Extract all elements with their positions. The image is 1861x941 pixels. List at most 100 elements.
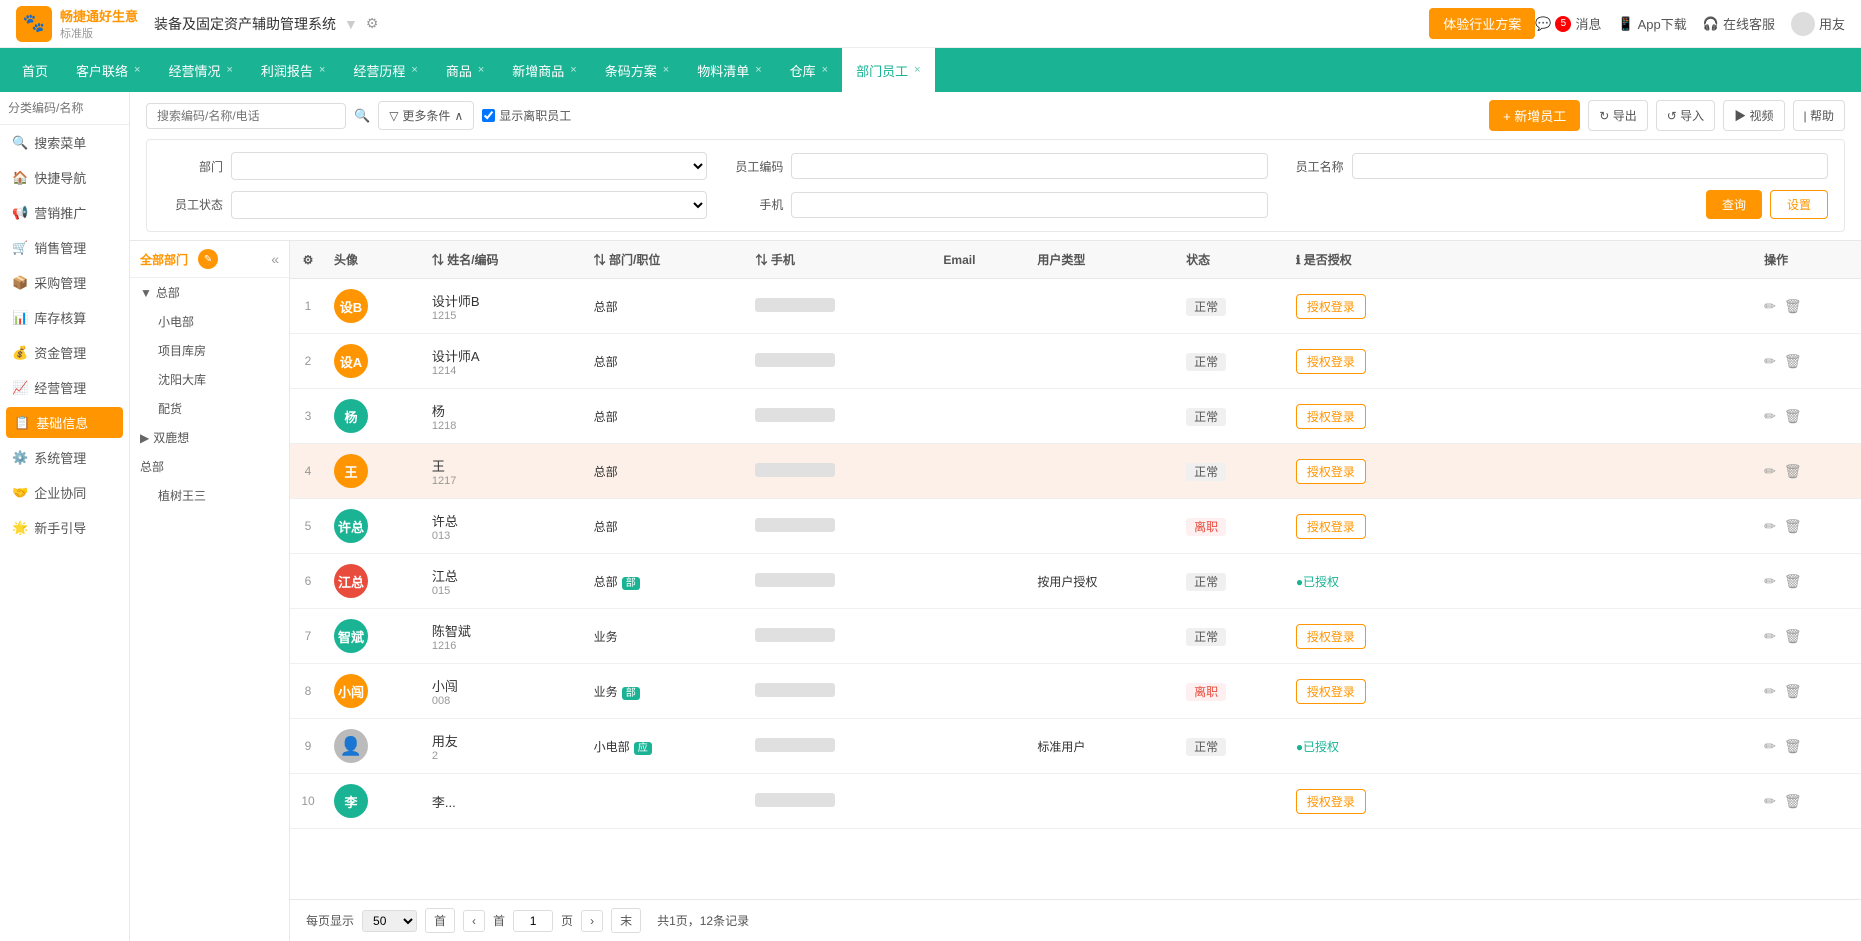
edit-icon[interactable]: ✏ <box>1764 463 1776 480</box>
sidebar-item-quicknav[interactable]: 🏠 快捷导航 <box>0 160 129 195</box>
next-page-button[interactable]: › <box>581 910 603 932</box>
collapse-button[interactable]: « <box>271 251 279 267</box>
sidebar-item-marketing[interactable]: 📢 营销推广 <box>0 195 129 230</box>
close-icon[interactable]: × <box>226 64 232 76</box>
sidebar-search-input[interactable] <box>8 101 130 115</box>
last-page-button[interactable]: 末 <box>611 908 641 933</box>
per-page-select[interactable]: 50 100 <box>362 910 417 932</box>
edit-icon[interactable]: ✏ <box>1764 353 1776 370</box>
auth-button[interactable]: 授权登录 <box>1296 404 1366 429</box>
nav-item-employee[interactable]: 部门员工× <box>842 48 934 92</box>
dept-all-label[interactable]: 全部部门 <box>140 251 188 268</box>
edit-icon[interactable]: ✏ <box>1764 408 1776 425</box>
delete-icon[interactable]: 🗑 <box>1784 408 1802 425</box>
dropdown-arrow-icon[interactable]: ▼ <box>344 16 358 32</box>
edit-icon[interactable]: ✏ <box>1764 683 1776 700</box>
sidebar-item-search[interactable]: 🔍 搜索菜单 <box>0 125 129 160</box>
delete-icon[interactable]: 🗑 <box>1784 683 1802 700</box>
online-service-item[interactable]: 🎧 在线客服 <box>1703 14 1775 33</box>
close-icon[interactable]: × <box>319 64 325 76</box>
add-employee-button[interactable]: + 新增员工 <box>1489 100 1580 131</box>
delete-icon[interactable]: 🗑 <box>1784 628 1802 645</box>
dept-tree-item-headquarter-root[interactable]: ▼ 总部 <box>130 278 289 307</box>
delete-icon[interactable]: 🗑 <box>1784 353 1802 370</box>
show-resigned-checkbox-label[interactable]: 显示离职员工 <box>482 107 571 124</box>
col-dept-position[interactable]: ⇅ 部门/职位 <box>586 241 748 279</box>
sidebar-item-purchase[interactable]: 📦 采购管理 <box>0 265 129 300</box>
query-button[interactable]: 查询 <box>1706 190 1762 219</box>
user-item[interactable]: 用友 <box>1791 12 1845 36</box>
sidebar-item-collaboration[interactable]: 🤝 企业协同 <box>0 475 129 510</box>
dept-all-btn[interactable]: ✎ <box>198 249 218 269</box>
close-icon[interactable]: × <box>478 64 484 76</box>
sidebar-item-business[interactable]: 📈 经营管理 <box>0 370 129 405</box>
close-icon[interactable]: × <box>134 64 140 76</box>
dept-tree-item-distribution[interactable]: 配货 <box>130 394 289 423</box>
delete-icon[interactable]: 🗑 <box>1784 573 1802 590</box>
first-page-button[interactable]: 首 <box>425 908 455 933</box>
close-icon[interactable]: × <box>663 64 669 76</box>
close-icon[interactable]: × <box>411 64 417 76</box>
sidebar-item-finance[interactable]: 💰 资金管理 <box>0 335 129 370</box>
search-trigger-icon[interactable]: 🔍 <box>354 108 370 124</box>
dept-select[interactable] <box>231 152 707 180</box>
search-input[interactable] <box>146 103 346 129</box>
delete-icon[interactable]: 🗑 <box>1784 518 1802 535</box>
dept-tree-item-shuanglu[interactable]: ▶ 双鹿想 <box>130 423 289 452</box>
dept-tree-item-zhishu[interactable]: 植树王三 <box>130 481 289 510</box>
auth-button[interactable]: 授权登录 <box>1296 459 1366 484</box>
view-button[interactable]: ▶ 视频 <box>1723 100 1784 131</box>
dept-tree-item-project[interactable]: 项目库房 <box>130 336 289 365</box>
edit-icon[interactable]: ✏ <box>1764 518 1776 535</box>
nav-item-home[interactable]: 首页 <box>8 48 62 92</box>
nav-item-profit[interactable]: 利润报告× <box>247 48 339 92</box>
nav-item-new-goods[interactable]: 新增商品× <box>498 48 590 92</box>
nav-item-operation[interactable]: 经营情况× <box>154 48 246 92</box>
edit-icon[interactable]: ✏ <box>1764 793 1776 810</box>
auth-button[interactable]: 授权登录 <box>1296 679 1366 704</box>
message-item[interactable]: 💬 5 消息 <box>1535 14 1601 33</box>
employee-status-select[interactable] <box>231 191 707 219</box>
close-icon[interactable]: × <box>914 64 920 76</box>
employee-name-input[interactable] <box>1352 153 1828 179</box>
close-icon[interactable]: × <box>570 64 576 76</box>
delete-icon[interactable]: 🗑 <box>1784 738 1802 755</box>
nav-item-customer[interactable]: 客户联络× <box>62 48 154 92</box>
nav-item-history[interactable]: 经营历程× <box>339 48 431 92</box>
set-button[interactable]: 设置 <box>1770 190 1828 219</box>
nav-item-barcode[interactable]: 条码方案× <box>591 48 683 92</box>
sidebar-item-system[interactable]: ⚙️ 系统管理 <box>0 440 129 475</box>
col-settings[interactable]: ⚙ <box>290 241 326 279</box>
settings-icon[interactable]: ⚙ <box>366 15 379 32</box>
sidebar-item-guide[interactable]: 🌟 新手引导 <box>0 510 129 545</box>
export-button[interactable]: ↻ 导出 <box>1588 100 1647 131</box>
app-download-item[interactable]: 📱 App下载 <box>1617 14 1686 33</box>
col-name-code[interactable]: ⇅ 姓名/编码 <box>424 241 586 279</box>
sidebar-item-inventory[interactable]: 📊 库存核算 <box>0 300 129 335</box>
sidebar-item-basic[interactable]: 📋 基础信息 <box>6 407 123 438</box>
auth-button[interactable]: 授权登录 <box>1296 624 1366 649</box>
nav-item-warehouse[interactable]: 仓库× <box>776 48 842 92</box>
dept-tree-item-shenyang[interactable]: 沈阳大库 <box>130 365 289 394</box>
edit-icon[interactable]: ✏ <box>1764 573 1776 590</box>
auth-button[interactable]: 授权登录 <box>1296 349 1366 374</box>
edit-icon[interactable]: ✏ <box>1764 738 1776 755</box>
delete-icon[interactable]: 🗑 <box>1784 463 1802 480</box>
nav-item-goods[interactable]: 商品× <box>432 48 498 92</box>
employee-code-input[interactable] <box>791 153 1267 179</box>
edit-icon[interactable]: ✏ <box>1764 628 1776 645</box>
nav-item-bom[interactable]: 物料清单× <box>683 48 775 92</box>
auth-button[interactable]: 授权登录 <box>1296 294 1366 319</box>
more-conditions-button[interactable]: ▽ 更多条件 ∧ <box>378 101 474 130</box>
dept-tree-item-xd[interactable]: 小电部 <box>130 307 289 336</box>
page-number-input[interactable] <box>513 910 553 932</box>
sidebar-item-sales[interactable]: 🛒 销售管理 <box>0 230 129 265</box>
close-icon[interactable]: × <box>755 64 761 76</box>
phone-input[interactable] <box>791 192 1267 218</box>
prev-page-button[interactable]: ‹ <box>463 910 485 932</box>
delete-icon[interactable]: 🗑 <box>1784 298 1802 315</box>
col-auth[interactable]: ℹ 是否授权 <box>1288 241 1456 279</box>
trial-button[interactable]: 体验行业方案 <box>1429 8 1535 39</box>
auth-button[interactable]: 授权登录 <box>1296 514 1366 539</box>
dept-tree-item-hq2[interactable]: 总部 <box>130 452 289 481</box>
